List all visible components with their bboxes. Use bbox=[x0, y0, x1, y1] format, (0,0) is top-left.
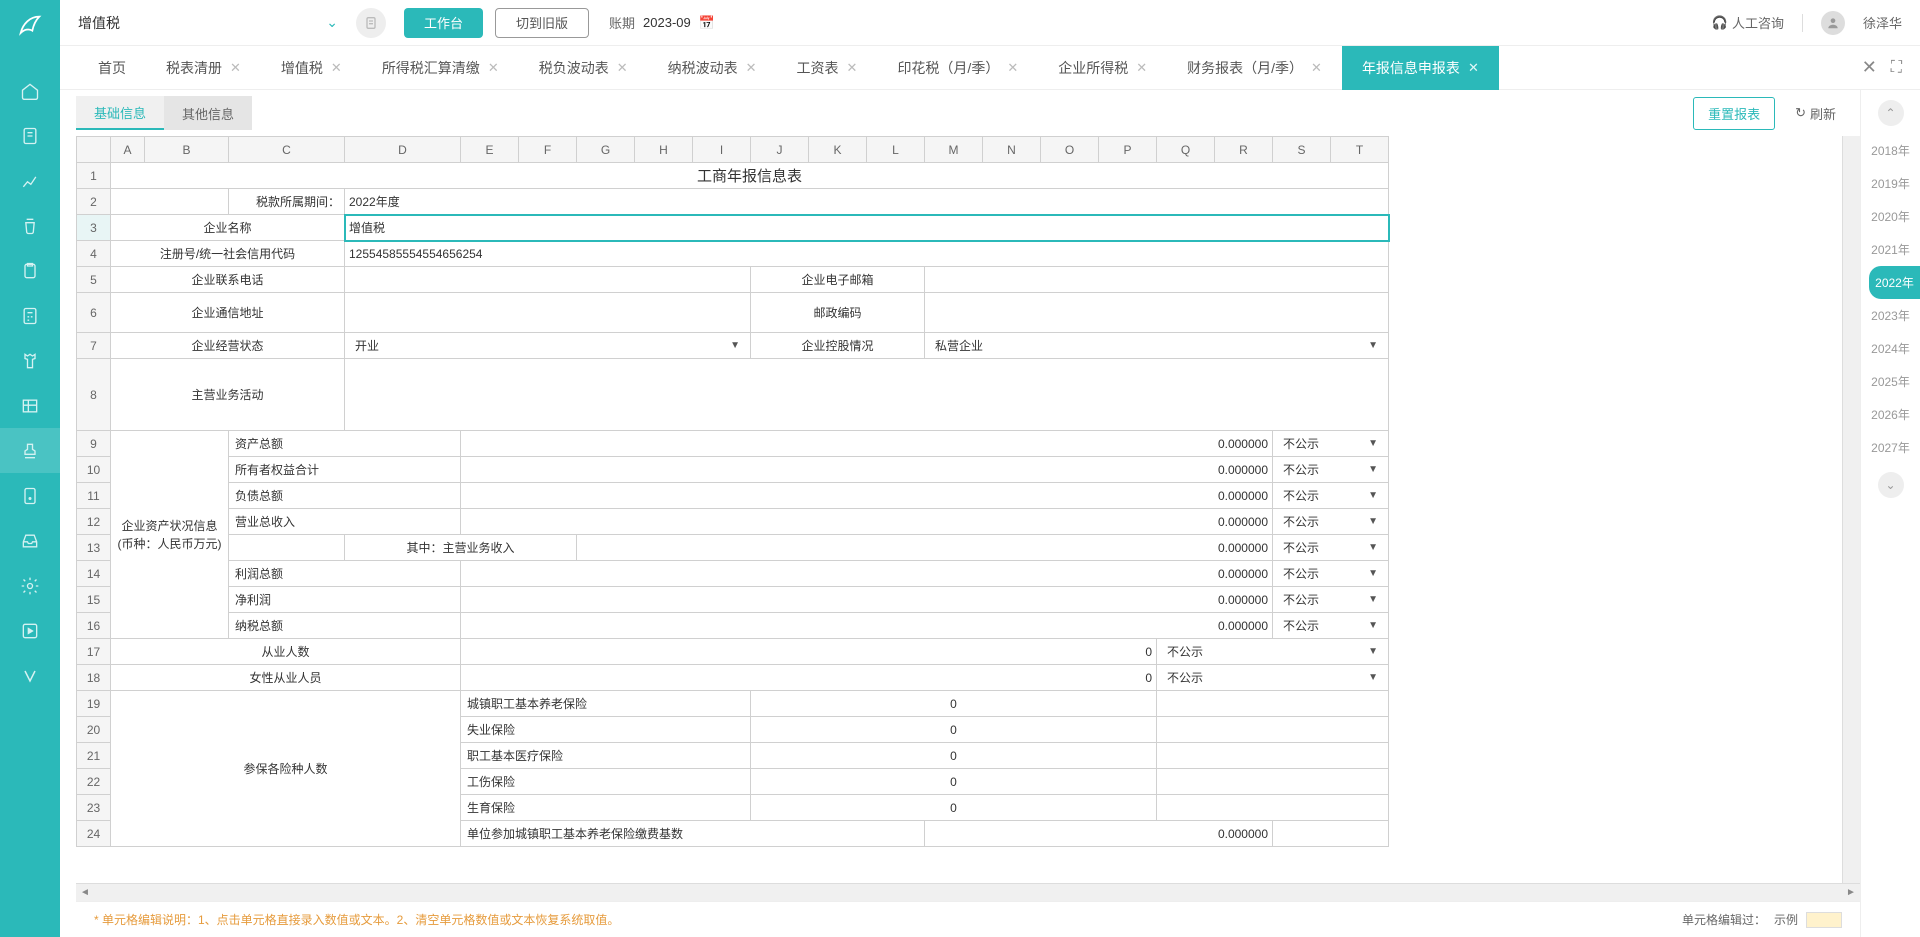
year-2022年[interactable]: 2022年 bbox=[1869, 266, 1920, 299]
app-logo-icon bbox=[16, 12, 44, 40]
nav-clipboard-icon[interactable] bbox=[0, 248, 60, 293]
company-selector[interactable]: 增值税 ⌄ bbox=[78, 13, 338, 33]
year-2024年[interactable]: 2024年 bbox=[1861, 332, 1920, 365]
topbar: 增值税 ⌄ 工作台 切到旧版 账期 2023-09 📅 🎧人工咨询 徐泽华 bbox=[60, 0, 1920, 46]
tab-9[interactable]: 财务报表（月/季）✕ bbox=[1167, 46, 1342, 90]
sheet-subtabs: 基础信息其他信息 bbox=[76, 96, 252, 130]
nav-calc-icon[interactable] bbox=[0, 293, 60, 338]
refresh-button[interactable]: ↻ 刷新 bbox=[1795, 104, 1836, 123]
year-2020年[interactable]: 2020年 bbox=[1861, 200, 1920, 233]
year-2027年[interactable]: 2027年 bbox=[1861, 431, 1920, 464]
tab-close-icon[interactable]: ✕ bbox=[1468, 60, 1479, 76]
tab-close-icon[interactable]: ✕ bbox=[230, 60, 241, 76]
footer-bar: * 单元格编辑说明：1、点击单元格直接录入数值或文本。2、清空单元格数值或文本恢… bbox=[76, 901, 1860, 937]
nav-table-icon[interactable] bbox=[0, 383, 60, 428]
tab-close-icon[interactable]: ✕ bbox=[617, 60, 628, 76]
spreadsheet-grid[interactable]: ABCDEFGHIJKLMNOPQRST1工商年报信息表2税款所属期间：2022… bbox=[76, 136, 1842, 883]
year-2018年[interactable]: 2018年 bbox=[1861, 134, 1920, 167]
tab-close-icon[interactable]: ✕ bbox=[331, 60, 342, 76]
tab-close-icon[interactable]: ✕ bbox=[1311, 60, 1322, 76]
nav-home-icon[interactable] bbox=[0, 68, 60, 113]
nav-gear-icon[interactable] bbox=[0, 563, 60, 608]
tab-4[interactable]: 税负波动表✕ bbox=[519, 46, 648, 90]
fullscreen-icon[interactable]: ⛶ bbox=[1891, 59, 1902, 77]
tab-3[interactable]: 所得税汇算清缴✕ bbox=[362, 46, 519, 90]
period-label: 账期 bbox=[609, 13, 635, 32]
tab-close-icon[interactable]: ✕ bbox=[488, 60, 499, 76]
footer-right-label: 单元格编辑过： bbox=[1682, 911, 1766, 928]
nav-jar-icon[interactable] bbox=[0, 203, 60, 248]
tab-7[interactable]: 印花税（月/季）✕ bbox=[877, 46, 1038, 90]
reset-report-button[interactable]: 重置报表 bbox=[1693, 97, 1775, 130]
year-up-icon[interactable]: ⌃ bbox=[1878, 100, 1904, 126]
horizontal-scrollbar[interactable]: ◄► bbox=[76, 883, 1860, 901]
cell-company-name[interactable]: 增值税 bbox=[345, 215, 1389, 241]
doc-round-button[interactable] bbox=[356, 8, 386, 38]
year-rail: ⌃ 2018年2019年2020年2021年2022年2023年2024年202… bbox=[1860, 90, 1920, 937]
nav-stamp-icon[interactable] bbox=[0, 428, 60, 473]
tab-10[interactable]: 年报信息申报表✕ bbox=[1342, 46, 1499, 90]
chevron-down-icon: ⌄ bbox=[326, 14, 338, 31]
headset-icon: 🎧 bbox=[1712, 15, 1728, 31]
tab-6[interactable]: 工资表✕ bbox=[777, 46, 878, 90]
tab-close-icon[interactable]: ✕ bbox=[1136, 60, 1147, 76]
year-2023年[interactable]: 2023年 bbox=[1861, 299, 1920, 332]
nav-receipt-icon[interactable] bbox=[0, 473, 60, 518]
nav-chart-icon[interactable] bbox=[0, 158, 60, 203]
divider bbox=[1802, 14, 1803, 32]
period-value: 2023-09 bbox=[643, 15, 691, 30]
year-down-icon[interactable]: ⌄ bbox=[1878, 472, 1904, 498]
nav-play-icon[interactable] bbox=[0, 608, 60, 653]
left-nav-rail bbox=[0, 0, 60, 937]
tab-5[interactable]: 纳税波动表✕ bbox=[648, 46, 777, 90]
subtab-1[interactable]: 其他信息 bbox=[164, 96, 252, 130]
tab-2[interactable]: 增值税✕ bbox=[261, 46, 362, 90]
tab-close-icon[interactable]: ✕ bbox=[847, 60, 858, 76]
switch-old-button[interactable]: 切到旧版 bbox=[495, 8, 589, 38]
year-2021年[interactable]: 2021年 bbox=[1861, 233, 1920, 266]
document-tabs: 首页税表清册✕增值税✕所得税汇算清缴✕税负波动表✕纳税波动表✕工资表✕印花税（月… bbox=[60, 46, 1920, 90]
vertical-scrollbar[interactable] bbox=[1842, 136, 1860, 883]
consult-link[interactable]: 🎧人工咨询 bbox=[1712, 13, 1784, 32]
year-2025年[interactable]: 2025年 bbox=[1861, 365, 1920, 398]
workspace-button[interactable]: 工作台 bbox=[404, 8, 483, 38]
avatar-icon[interactable] bbox=[1821, 11, 1845, 35]
subtab-0[interactable]: 基础信息 bbox=[76, 96, 164, 130]
period-selector[interactable]: 账期 2023-09 📅 bbox=[609, 13, 715, 32]
tab-close-icon[interactable]: ✕ bbox=[746, 60, 757, 76]
company-name: 增值税 bbox=[78, 13, 120, 33]
tab-1[interactable]: 税表清册✕ bbox=[146, 46, 261, 90]
tab-8[interactable]: 企业所得税✕ bbox=[1038, 46, 1167, 90]
calendar-icon: 📅 bbox=[699, 15, 715, 31]
footer-hint: * 单元格编辑说明：1、点击单元格直接录入数值或文本。2、清空单元格数值或文本恢… bbox=[94, 911, 619, 928]
year-2019年[interactable]: 2019年 bbox=[1861, 167, 1920, 200]
username[interactable]: 徐泽华 bbox=[1863, 13, 1902, 32]
nav-shirt-icon[interactable] bbox=[0, 338, 60, 383]
tab-close-icon[interactable]: ✕ bbox=[1007, 60, 1018, 76]
close-all-icon[interactable]: ✕ bbox=[1862, 57, 1877, 78]
nav-v-icon[interactable] bbox=[0, 653, 60, 698]
year-2026年[interactable]: 2026年 bbox=[1861, 398, 1920, 431]
nav-inbox-icon[interactable] bbox=[0, 518, 60, 563]
tab-0[interactable]: 首页 bbox=[78, 46, 146, 90]
footer-example: 示例 bbox=[1774, 911, 1798, 928]
example-swatch bbox=[1806, 912, 1842, 928]
nav-doc-icon[interactable] bbox=[0, 113, 60, 158]
